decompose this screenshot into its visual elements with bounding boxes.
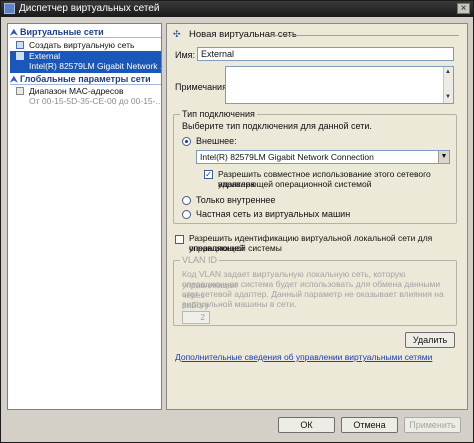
- notes-textarea[interactable]: ▲ ▼: [225, 66, 454, 104]
- network-details-pane: ✣ Новая виртуальная сеть Имя: External П…: [166, 23, 468, 410]
- network-icon: ✣: [173, 29, 181, 39]
- network-icon: [16, 41, 24, 49]
- close-icon[interactable]: ×: [457, 3, 470, 14]
- delete-button[interactable]: Удалить: [405, 332, 455, 348]
- internal-only-label: Только внутреннее: [196, 195, 276, 205]
- app-icon: [4, 3, 15, 14]
- name-input[interactable]: External: [197, 47, 454, 61]
- help-link[interactable]: Дополнительные сведения об управлении ви…: [175, 352, 432, 362]
- vlan-id-group: VLAN ID Код VLAN задает виртуальную лока…: [173, 255, 457, 326]
- ok-button[interactable]: ОК: [278, 417, 335, 433]
- virtual-networks-section[interactable]: ⮝ Виртуальные сети: [10, 26, 161, 38]
- global-settings-section[interactable]: ⮝ Глобальные параметры сети: [10, 73, 161, 85]
- chevron-down-icon[interactable]: ▼: [438, 151, 449, 163]
- vlan-id-caption: VLAN ID: [180, 255, 220, 265]
- vlan-desc-line4: виртуальной машины в сети.: [182, 299, 297, 309]
- network-adapter-icon: [16, 52, 24, 60]
- dialog-button-bar: ОК Отмена Применить: [1, 411, 473, 442]
- name-label: Имя:: [175, 50, 196, 60]
- adapter-select[interactable]: Intel(R) 82579LM Gigabit Network Connect…: [196, 150, 450, 164]
- notes-label: Примечания:: [175, 82, 230, 92]
- vlan-enable-label-line2: операционной системы: [189, 243, 282, 253]
- private-network-radio[interactable]: [182, 210, 191, 219]
- connection-type-caption: Тип подключения: [180, 109, 257, 119]
- adapter-select-value: Intel(R) 82579LM Gigabit Network Connect…: [200, 152, 374, 162]
- mac-range-value: От 00-15-5D-35-CE-00 до 00-15-...: [29, 96, 162, 106]
- share-adapter-label-line2: управляющей операционной системой: [218, 179, 372, 189]
- mac-range-item[interactable]: Диапазон MAC-адресов От 00-15-5D-35-CE-0…: [10, 86, 161, 108]
- collapse-chevron-icon[interactable]: ⮝: [10, 26, 20, 38]
- global-settings-header: Глобальные параметры сети: [20, 74, 151, 84]
- create-network-item[interactable]: Создать виртуальную сеть: [10, 40, 161, 51]
- details-header: ✣ Новая виртуальная сеть: [173, 28, 463, 42]
- connection-hint: Выберите тип подключения для данной сети…: [182, 121, 372, 131]
- vlan-id-spinner[interactable]: 2: [182, 311, 210, 324]
- external-radio[interactable]: [182, 137, 191, 146]
- mac-address-icon: [16, 87, 24, 95]
- share-adapter-checkbox[interactable]: ✓: [204, 170, 213, 179]
- create-network-label: Создать виртуальную сеть: [29, 40, 135, 50]
- private-network-label: Частная сеть из виртуальных машин: [196, 209, 351, 219]
- connection-type-group: Тип подключения Выберите тип подключения…: [173, 109, 457, 224]
- vlan-enable-checkbox[interactable]: [175, 235, 184, 244]
- mac-range-label: Диапазон MAC-адресов: [29, 86, 124, 96]
- virtual-networks-header: Виртуальные сети: [20, 27, 104, 37]
- virtual-network-manager-window: Диспетчер виртуальных сетей × ⮝ Виртуальн…: [0, 0, 474, 443]
- header-divider: [269, 35, 459, 36]
- window-title: Диспетчер виртуальных сетей: [19, 3, 160, 14]
- external-label: Внешнее:: [196, 136, 237, 146]
- internal-only-radio[interactable]: [182, 196, 191, 205]
- title-bar: Диспетчер виртуальных сетей ×: [1, 1, 473, 17]
- external-network-adapter: Intel(R) 82579LM Gigabit Network ...: [29, 61, 162, 71]
- apply-button[interactable]: Применить: [404, 417, 461, 433]
- scroll-down-icon[interactable]: ▼: [445, 92, 451, 103]
- network-tree-pane: ⮝ Виртуальные сети Создать виртуальную се…: [7, 23, 162, 410]
- cancel-button[interactable]: Отмена: [341, 417, 398, 433]
- external-network-name: External: [29, 51, 61, 61]
- collapse-chevron-icon[interactable]: ⮝: [10, 73, 20, 85]
- notes-scrollbar[interactable]: ▲ ▼: [443, 67, 453, 103]
- external-network-item[interactable]: External Intel(R) 82579LM Gigabit Networ…: [10, 51, 161, 73]
- scroll-up-icon[interactable]: ▲: [445, 67, 451, 78]
